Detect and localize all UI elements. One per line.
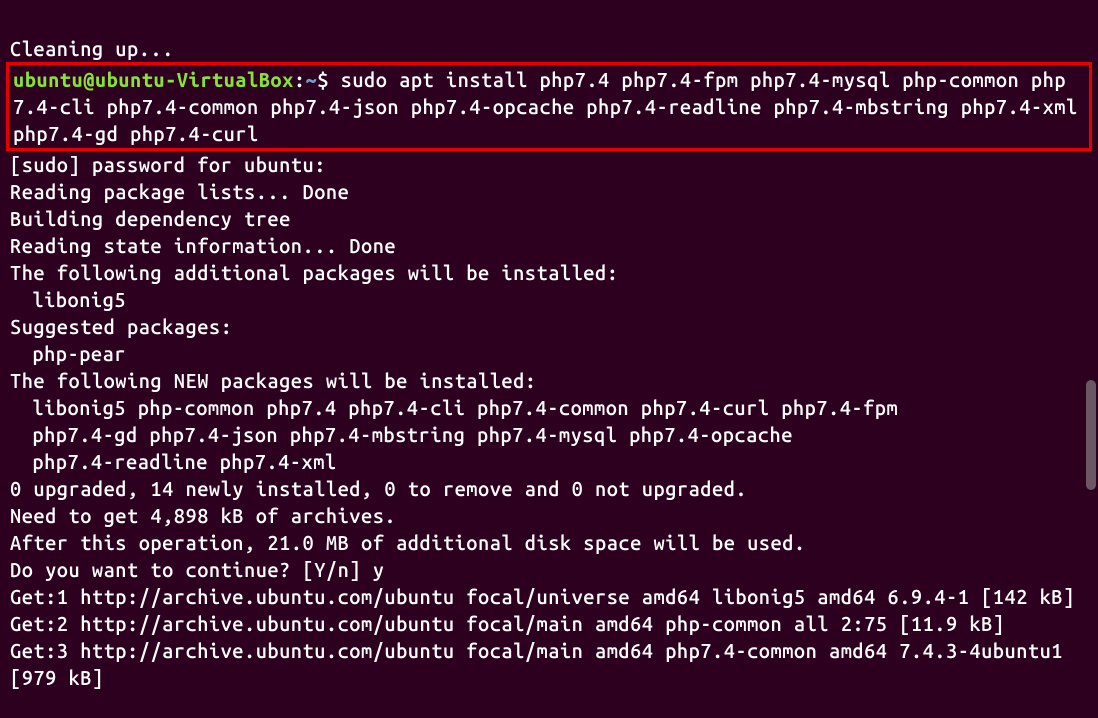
- prompt-symbol: $: [317, 68, 329, 91]
- output-line: Reading package lists... Done: [10, 178, 1088, 205]
- prompt-user-host: ubuntu@ubuntu-VirtualBox: [13, 68, 294, 91]
- output-line: Cleaning up...: [10, 35, 1088, 62]
- output-line: [sudo] password for ubuntu:: [10, 151, 1088, 178]
- output-line: Need to get 4,898 kB of archives.: [10, 502, 1088, 529]
- output-line: Reading state information... Done: [10, 232, 1088, 259]
- output-line: libonig5: [10, 286, 1088, 313]
- terminal-output[interactable]: Cleaning up... ubuntu@ubuntu-VirtualBox:~…: [10, 8, 1088, 718]
- output-line: Get:1 http://archive.ubuntu.com/ubuntu f…: [10, 583, 1088, 610]
- output-line: The following additional packages will b…: [10, 259, 1088, 286]
- prompt-separator: :: [294, 68, 306, 91]
- output-line: Do you want to continue? [Y/n] y: [10, 556, 1088, 583]
- output-line: The following NEW packages will be insta…: [10, 367, 1088, 394]
- output-line: Suggested packages:: [10, 313, 1088, 340]
- output-line: php7.4-gd php7.4-json php7.4-mbstring ph…: [10, 421, 1088, 448]
- scrollbar-track[interactable]: [1086, 0, 1096, 718]
- output-line: Get:3 http://archive.ubuntu.com/ubuntu f…: [10, 637, 1088, 691]
- output-line: Building dependency tree: [10, 205, 1088, 232]
- scrollbar-thumb[interactable]: [1086, 380, 1096, 490]
- prompt-path: ~: [306, 68, 318, 91]
- output-line: php7.4-readline php7.4-xml: [10, 448, 1088, 475]
- output-line: 0 upgraded, 14 newly installed, 0 to rem…: [10, 475, 1088, 502]
- output-line: libonig5 php-common php7.4 php7.4-cli ph…: [10, 394, 1088, 421]
- output-line: After this operation, 21.0 MB of additio…: [10, 529, 1088, 556]
- highlighted-command-box: ubuntu@ubuntu-VirtualBox:~$ sudo apt ins…: [6, 62, 1092, 151]
- output-line: php-pear: [10, 340, 1088, 367]
- output-line: Get:2 http://archive.ubuntu.com/ubuntu f…: [10, 610, 1088, 637]
